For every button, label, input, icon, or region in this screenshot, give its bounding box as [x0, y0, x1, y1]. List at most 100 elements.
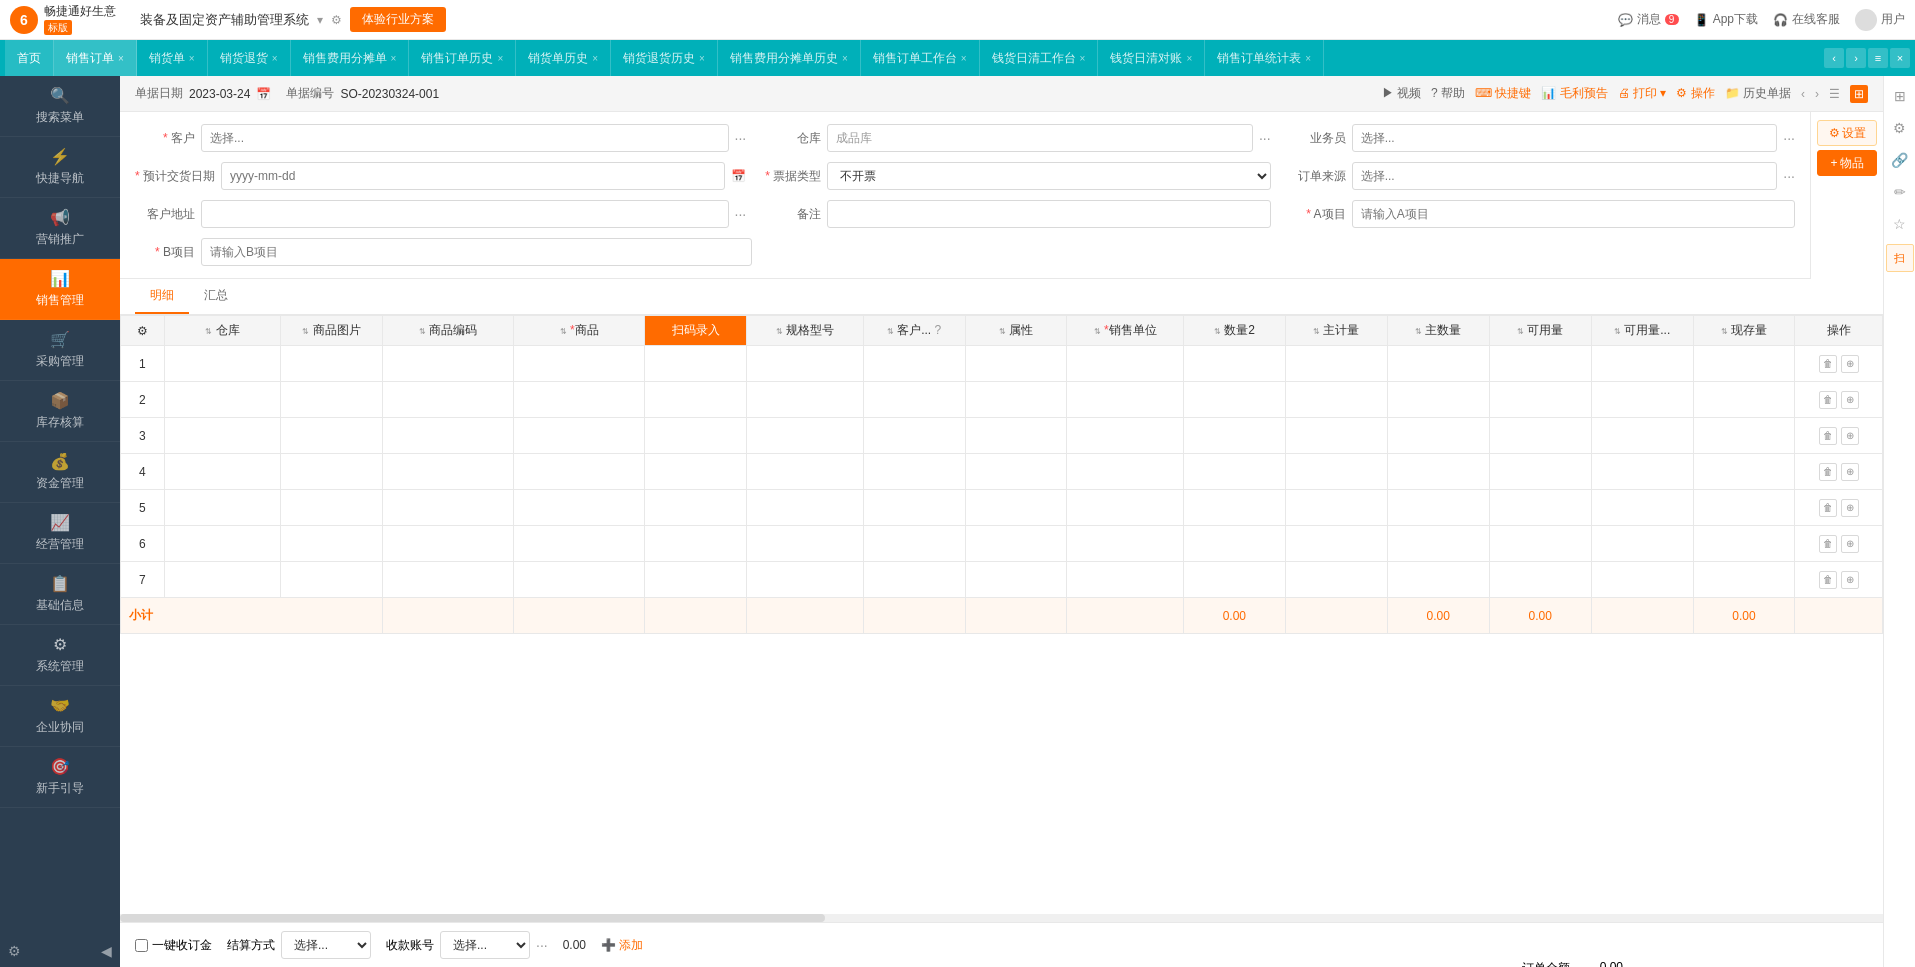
sort-icon[interactable]: ⇅: [1094, 327, 1101, 336]
b-project-input[interactable]: [201, 238, 752, 266]
customer-input[interactable]: [201, 124, 729, 152]
tab-close-icon[interactable]: ×: [1186, 53, 1192, 64]
message-btn[interactable]: 💬 消息 9: [1618, 11, 1679, 28]
row-6-code[interactable]: [383, 526, 514, 562]
row-2-product[interactable]: [514, 382, 645, 418]
tab-close-icon[interactable]: ×: [1080, 53, 1086, 64]
row-3-main-qty[interactable]: [1387, 418, 1489, 454]
row-7-code[interactable]: [383, 562, 514, 598]
tab-sales-order-history[interactable]: 销售订单历史 ×: [409, 40, 516, 76]
row-7-spec[interactable]: [747, 562, 863, 598]
scroll-thumb[interactable]: [120, 914, 825, 922]
address-input[interactable]: [201, 200, 729, 228]
sidebar-item-purchase[interactable]: 🛒 采购管理: [0, 320, 120, 381]
row-3-unit[interactable]: [1067, 418, 1183, 454]
row-7-customer-code[interactable]: [863, 562, 965, 598]
sort-icon[interactable]: ⇅: [1313, 327, 1320, 336]
sidebar-item-inventory[interactable]: 📦 库存核算: [0, 381, 120, 442]
row-1-main-qty[interactable]: [1387, 346, 1489, 382]
quick-payment-checkbox[interactable]: 一键收订金: [135, 937, 212, 954]
tab-detail[interactable]: 明细: [135, 279, 189, 314]
row-4-unit[interactable]: [1067, 454, 1183, 490]
row-1-product[interactable]: [514, 346, 645, 382]
tab-sales-goods[interactable]: 销货单 ×: [137, 40, 208, 76]
row-1-delete-btn[interactable]: 🗑: [1819, 355, 1837, 373]
row-4-product[interactable]: [514, 454, 645, 490]
sort-icon[interactable]: ⇅: [1517, 327, 1524, 336]
tab-sales-stats[interactable]: 销售订单统计表 ×: [1205, 40, 1324, 76]
a-project-input[interactable]: [1352, 200, 1795, 228]
tab-close-icon[interactable]: ×: [592, 53, 598, 64]
grid-view-icon[interactable]: ⊞: [1850, 85, 1868, 103]
shortcut-btn[interactable]: ⌨ 快捷键: [1475, 85, 1531, 102]
row-1-code[interactable]: [383, 346, 514, 382]
row-2-attr[interactable]: [965, 382, 1067, 418]
staff-expand-icon[interactable]: ···: [1783, 130, 1795, 146]
sidebar-item-collab[interactable]: 🤝 企业协同: [0, 686, 120, 747]
row-2-spec[interactable]: [747, 382, 863, 418]
row-2-unit[interactable]: [1067, 382, 1183, 418]
sidebar-item-quicknav[interactable]: ⚡ 快捷导航: [0, 137, 120, 198]
right-panel-btn-5[interactable]: ☆: [1888, 212, 1912, 236]
tab-close-icon[interactable]: ×: [497, 53, 503, 64]
tab-daily-reconcile[interactable]: 钱货日清对账 ×: [1098, 40, 1205, 76]
row-3-code[interactable]: [383, 418, 514, 454]
row-5-main-unit[interactable]: [1285, 490, 1387, 526]
order-source-expand-icon[interactable]: ···: [1783, 168, 1795, 184]
right-panel-btn-4[interactable]: ✏: [1888, 180, 1912, 204]
add-goods-btn[interactable]: + 物品: [1817, 150, 1877, 176]
sort-icon[interactable]: ⇅: [1415, 327, 1422, 336]
sidebar-item-marketing[interactable]: 📢 营销推广: [0, 198, 120, 259]
row-2-main-qty[interactable]: [1387, 382, 1489, 418]
video-btn[interactable]: ▶ 视频: [1382, 85, 1421, 102]
sidebar-item-finance[interactable]: 💰 资金管理: [0, 442, 120, 503]
invoice-select[interactable]: 不开票 增值税专票 增值税普票: [827, 162, 1270, 190]
right-panel-btn-1[interactable]: ⊞: [1888, 84, 1912, 108]
tab-sales-workbench[interactable]: 销售订单工作台 ×: [861, 40, 980, 76]
row-1-main-unit[interactable]: [1285, 346, 1387, 382]
row-2-qty2[interactable]: [1183, 382, 1285, 418]
row-3-customer-code[interactable]: [863, 418, 965, 454]
row-2-code[interactable]: [383, 382, 514, 418]
prev-record-icon[interactable]: ‹: [1801, 87, 1805, 101]
sort-icon[interactable]: ⇅: [1721, 327, 1728, 336]
row-3-attr[interactable]: [965, 418, 1067, 454]
sidebar-item-sales[interactable]: 📊 销售管理: [0, 259, 120, 320]
row-4-code[interactable]: [383, 454, 514, 490]
sort-icon[interactable]: ⇅: [419, 327, 426, 336]
warehouse-input[interactable]: [827, 124, 1253, 152]
tab-close-all-btn[interactable]: ×: [1890, 48, 1910, 68]
right-panel-btn-2[interactable]: ⚙: [1888, 116, 1912, 140]
row-4-customer-code[interactable]: [863, 454, 965, 490]
column-settings-icon[interactable]: ⚙: [137, 324, 148, 338]
row-1-warehouse[interactable]: [164, 346, 280, 382]
customer-expand-icon[interactable]: ···: [735, 130, 747, 146]
sidebar-item-guide[interactable]: 🎯 新手引导: [0, 747, 120, 808]
tab-sales-expense-history[interactable]: 销售费用分摊单历史 ×: [718, 40, 861, 76]
row-1-qty2[interactable]: [1183, 346, 1285, 382]
row-6-customer-code[interactable]: [863, 526, 965, 562]
row-3-delete-btn[interactable]: 🗑: [1819, 427, 1837, 445]
row-6-unit[interactable]: [1067, 526, 1183, 562]
tab-close-icon[interactable]: ×: [1305, 53, 1311, 64]
row-6-product[interactable]: [514, 526, 645, 562]
row-5-copy-btn[interactable]: ⊕: [1841, 499, 1859, 517]
tab-prev-btn[interactable]: ‹: [1824, 48, 1844, 68]
sort-icon[interactable]: ⇅: [887, 327, 894, 336]
settings-btn[interactable]: ⚙ 设置: [1817, 120, 1877, 146]
sort-icon[interactable]: ⇅: [302, 327, 309, 336]
row-1-unit[interactable]: [1067, 346, 1183, 382]
row-2-delete-btn[interactable]: 🗑: [1819, 391, 1837, 409]
right-panel-btn-6[interactable]: 扫: [1886, 244, 1914, 272]
add-payment-btn[interactable]: ➕ 添加: [601, 937, 643, 954]
sort-icon[interactable]: ⇅: [1214, 327, 1221, 336]
delivery-calendar-icon[interactable]: 📅: [731, 169, 746, 183]
row-2-customer-code[interactable]: [863, 382, 965, 418]
horizontal-scrollbar[interactable]: [120, 914, 1883, 922]
row-4-attr[interactable]: [965, 454, 1067, 490]
row-5-spec[interactable]: [747, 490, 863, 526]
sort-icon[interactable]: ⇅: [1614, 327, 1621, 336]
row-7-attr[interactable]: [965, 562, 1067, 598]
row-1-copy-btn[interactable]: ⊕: [1841, 355, 1859, 373]
row-5-code[interactable]: [383, 490, 514, 526]
